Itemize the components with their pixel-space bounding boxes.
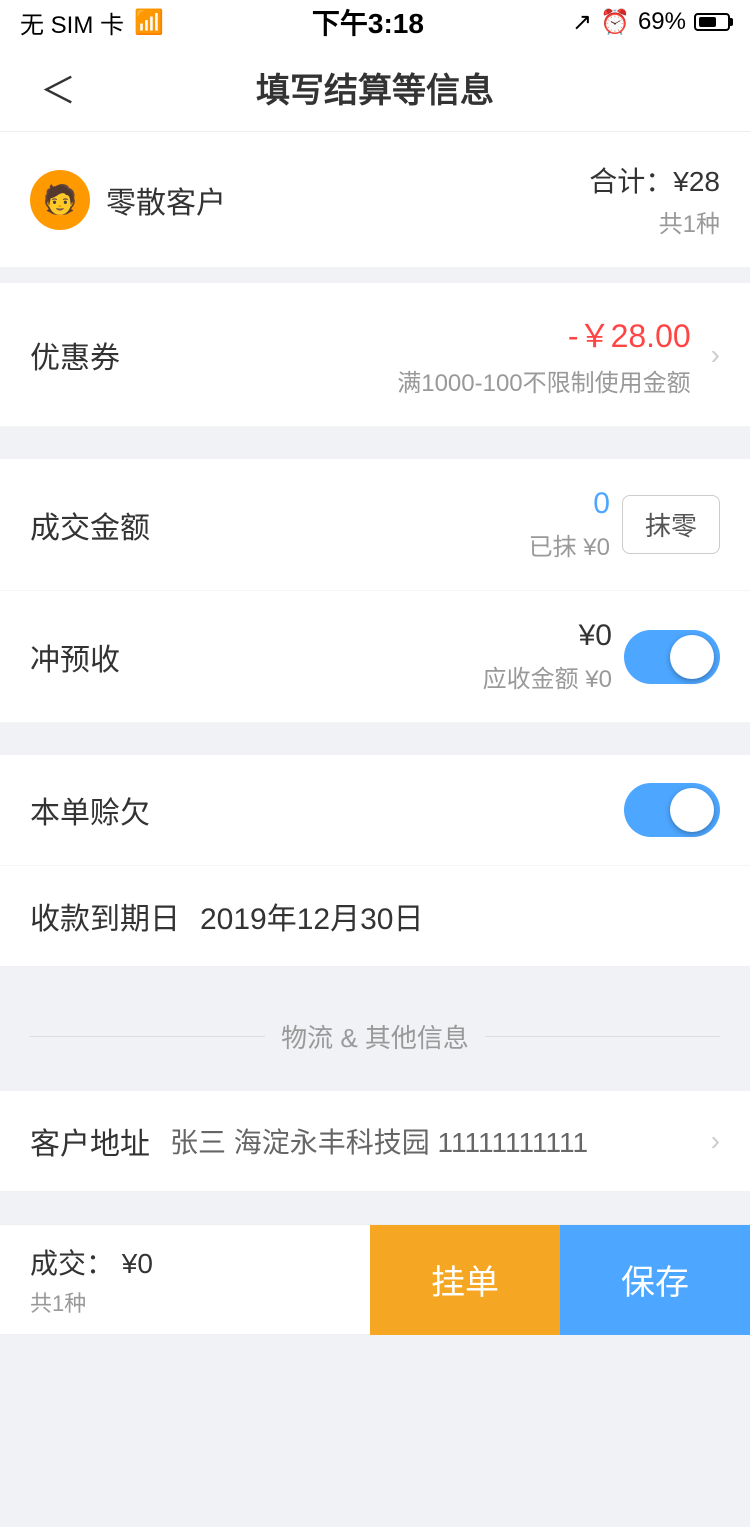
round-zero-button[interactable]: 抹零: [622, 495, 720, 554]
coupon-card: 优惠券 -￥28.00 满1000-100不限制使用金额 ›: [0, 283, 750, 427]
coupon-desc: 满1000-100不限制使用金额: [397, 363, 690, 398]
deal-amount-value-block: 0 已抹 ¥0: [529, 487, 610, 562]
debt-row: 本单赊欠: [0, 755, 750, 866]
customer-count: 共1种: [589, 204, 720, 239]
wifi-icon: 📶: [134, 8, 164, 37]
customer-name: 零散客户: [106, 178, 226, 222]
prepayment-sub: 应收金额 ¥0: [483, 659, 612, 694]
nav-bar: ＜ 填写结算等信息: [0, 44, 750, 132]
customer-total: 合计：¥28: [589, 160, 720, 200]
prepayment-value: ¥0: [483, 619, 612, 653]
bottom-deal-label: 成交：: [30, 1248, 114, 1279]
customer-row: 🧑 零散客户 合计：¥28 共1种: [0, 132, 750, 267]
deal-amount-right: 0 已抹 ¥0 抹零: [529, 487, 720, 562]
deal-amount-row: 成交金额 0 已抹 ¥0 抹零: [0, 459, 750, 591]
back-button[interactable]: ＜: [30, 52, 86, 124]
alarm-icon: ⏰: [600, 8, 630, 37]
coupon-value-block: -￥28.00 满1000-100不限制使用金额: [397, 311, 690, 398]
debt-card: 本单赊欠 收款到期日 2019年12月30日: [0, 755, 750, 966]
section-label: 物流 & 其他信息: [0, 998, 750, 1075]
prepayment-label: 冲预收: [30, 635, 120, 679]
status-right: ↗ ⏰ 69%: [572, 8, 730, 37]
debt-right: [624, 783, 720, 837]
hang-button[interactable]: 挂单: [370, 1225, 560, 1335]
address-chevron-icon: ›: [711, 1125, 720, 1157]
address-row[interactable]: 客户地址 张三 海淀永丰科技园 11111111111 ›: [0, 1091, 750, 1191]
carrier-label: 无 SIM 卡: [20, 5, 124, 40]
toggle-knob: [670, 635, 714, 679]
divider-3: [0, 982, 750, 998]
debt-toggle-knob: [670, 788, 714, 832]
avatar-icon: 🧑: [43, 183, 78, 216]
section-line-right: [485, 1036, 720, 1037]
address-label: 客户地址: [30, 1119, 150, 1163]
battery-icon: [694, 13, 730, 31]
due-date-label: 收款到期日: [30, 894, 180, 938]
prepayment-row: 冲预收 ¥0 应收金额 ¥0: [0, 591, 750, 723]
section-label-text: 物流 & 其他信息: [281, 1018, 469, 1055]
divider-1: [0, 443, 750, 459]
coupon-discount: -￥28.00: [397, 311, 690, 357]
debt-label: 本单赊欠: [30, 788, 150, 832]
divider-2: [0, 739, 750, 755]
customer-card: 🧑 零散客户 合计：¥28 共1种: [0, 132, 750, 267]
bottom-count: 共1种: [30, 1286, 340, 1318]
customer-left: 🧑 零散客户: [30, 170, 226, 230]
address-card: 客户地址 张三 海淀永丰科技园 11111111111 ›: [0, 1091, 750, 1191]
battery-label: 69%: [638, 8, 686, 36]
coupon-label: 优惠券: [30, 333, 120, 377]
location-icon: ↗: [572, 8, 592, 37]
avatar: 🧑: [30, 170, 90, 230]
divider-4: [0, 1075, 750, 1091]
customer-right: 合计：¥28 共1种: [589, 160, 720, 239]
due-date-row: 收款到期日 2019年12月30日: [0, 866, 750, 966]
bottom-bar: 成交： ¥0 共1种 挂单 保存: [0, 1224, 750, 1334]
bottom-deal-value: ¥0: [122, 1248, 153, 1279]
bottom-info: 成交： ¥0 共1种: [0, 1242, 370, 1318]
coupon-right: -￥28.00 满1000-100不限制使用金额 ›: [397, 311, 720, 398]
deal-already-label: 已抹 ¥0: [529, 527, 610, 562]
due-date-value: 2019年12月30日: [200, 894, 423, 938]
coupon-row[interactable]: 优惠券 -￥28.00 满1000-100不限制使用金额 ›: [0, 283, 750, 427]
debt-toggle[interactable]: [624, 783, 720, 837]
address-value: 张三 海淀永丰科技园 11111111111: [170, 1121, 691, 1161]
prepayment-right: ¥0 应收金额 ¥0: [483, 619, 720, 694]
save-button[interactable]: 保存: [560, 1225, 750, 1335]
page-title: 填写结算等信息: [256, 63, 494, 112]
section-line-left: [30, 1036, 265, 1037]
prepayment-toggle[interactable]: [624, 630, 720, 684]
deal-card: 成交金额 0 已抹 ¥0 抹零 冲预收 ¥0 应收金额 ¥0: [0, 459, 750, 723]
status-bar: 无 SIM 卡 📶 下午3:18 ↗ ⏰ 69%: [0, 0, 750, 44]
prepayment-value-block: ¥0 应收金额 ¥0: [483, 619, 612, 694]
status-left: 无 SIM 卡 📶: [20, 5, 164, 40]
bottom-deal-row: 成交： ¥0: [30, 1242, 340, 1282]
status-time: 下午3:18: [312, 2, 424, 42]
deal-amount-value: 0: [529, 487, 610, 521]
deal-amount-label: 成交金额: [30, 503, 150, 547]
chevron-right-icon: ›: [711, 339, 720, 371]
